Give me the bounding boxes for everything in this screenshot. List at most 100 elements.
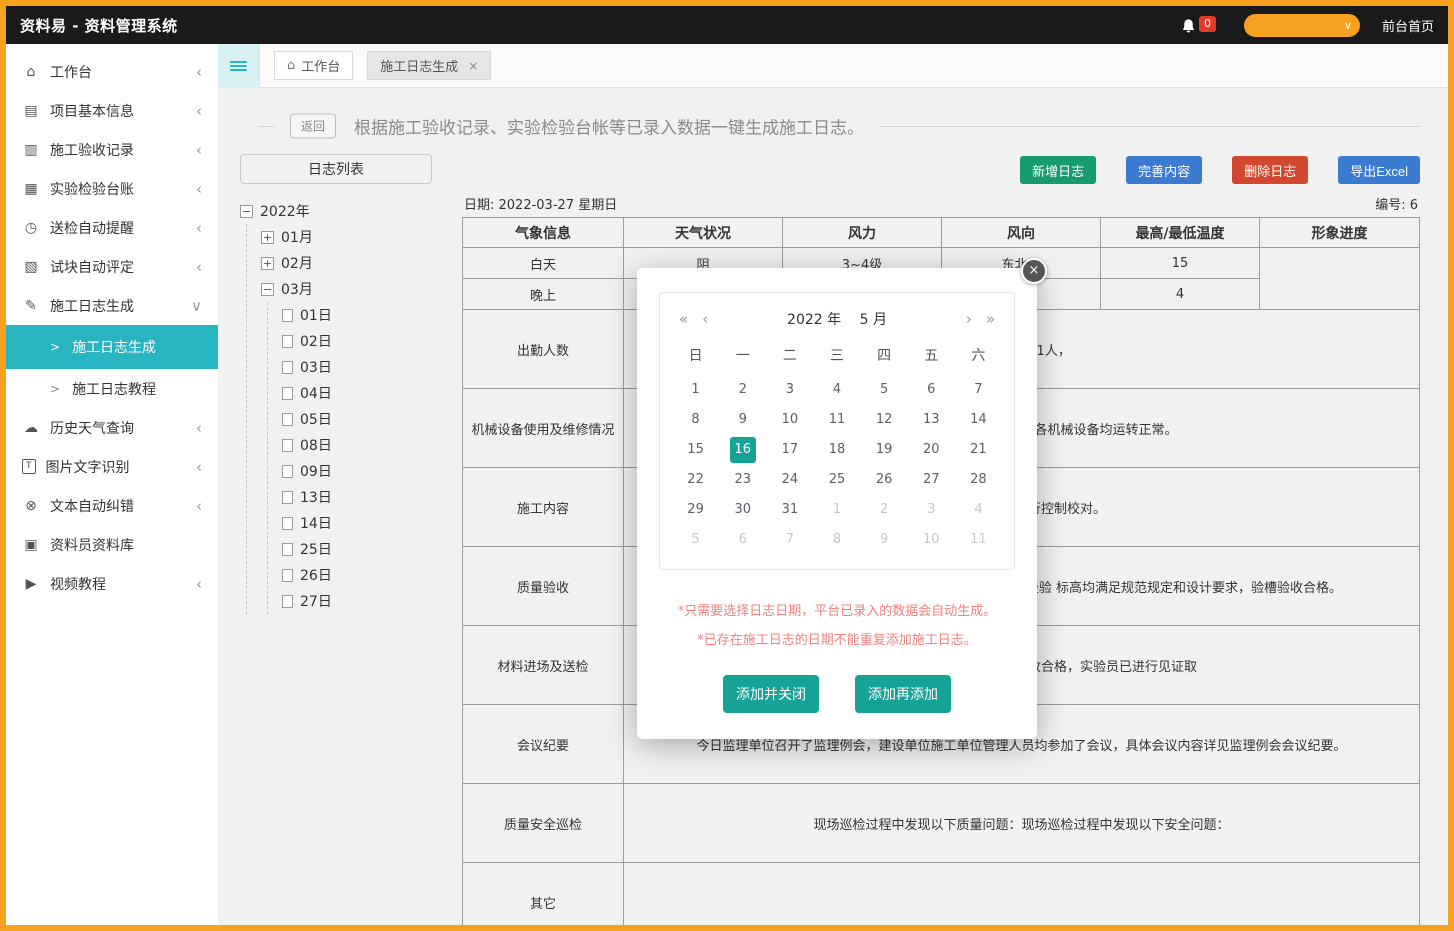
calendar-day[interactable]: 2 — [861, 495, 908, 525]
collapse-icon[interactable]: − — [240, 205, 253, 218]
add-log-button[interactable]: 新增日志 — [1020, 156, 1096, 184]
calendar-day[interactable]: 10 — [766, 405, 813, 435]
calendar-day[interactable]: 5 — [672, 525, 719, 555]
tree-item-day[interactable]: 14日 — [282, 510, 454, 536]
expand-icon[interactable]: + — [261, 231, 274, 244]
ledger-icon: ▦ — [22, 181, 40, 197]
tree-item-year[interactable]: − 2022年 — [240, 198, 454, 224]
sidebar-item-data-library[interactable]: ▣ 资料员资料库 — [6, 525, 218, 564]
close-icon[interactable]: × — [468, 59, 478, 73]
tree-item-day[interactable]: 26日 — [282, 562, 454, 588]
calendar-day[interactable]: 31 — [766, 495, 813, 525]
sidebar-subitem-log-generation[interactable]: > 施工日志生成 — [6, 325, 218, 369]
tree-item-day[interactable]: 04日 — [282, 380, 454, 406]
sidebar-item-inspection-reminder[interactable]: ◷ 送检自动提醒 ‹ — [6, 208, 218, 247]
delete-log-button[interactable]: 删除日志 — [1232, 156, 1308, 184]
calendar-day[interactable]: 30 — [719, 495, 766, 525]
calendar-day[interactable]: 1 — [672, 375, 719, 405]
sidebar-item-lab-ledger[interactable]: ▦ 实验检验台账 ‹ — [6, 169, 218, 208]
calendar-day[interactable]: 2 — [719, 375, 766, 405]
calendar-day[interactable]: 9 — [719, 405, 766, 435]
sidebar-item-construction-acceptance[interactable]: ▥ 施工验收记录 ‹ — [6, 130, 218, 169]
prev-year-button[interactable]: « — [672, 310, 695, 328]
tree-item-day[interactable]: 08日 — [282, 432, 454, 458]
collapse-icon[interactable]: − — [261, 283, 274, 296]
calendar-day[interactable]: 1 — [813, 495, 860, 525]
close-icon[interactable]: × — [1021, 258, 1047, 284]
sidebar-item-video-tutorial[interactable]: ▶ 视频教程 ‹ — [6, 564, 218, 603]
calendar-day[interactable]: 6 — [908, 375, 955, 405]
calendar-day[interactable]: 11 — [955, 525, 1002, 555]
calendar-day[interactable]: 3 — [766, 375, 813, 405]
tree-item-day[interactable]: 05日 — [282, 406, 454, 432]
calendar-day[interactable]: 10 — [908, 525, 955, 555]
calendar-month-label[interactable]: 5 月 — [860, 312, 887, 328]
tab-workbench[interactable]: ⌂ 工作台 — [274, 51, 353, 80]
calendar-day[interactable]: 18 — [813, 435, 860, 465]
calendar-day[interactable]: 17 — [766, 435, 813, 465]
add-and-continue-button[interactable]: 添加再添加 — [855, 675, 951, 713]
calendar-day[interactable]: 15 — [672, 435, 719, 465]
calendar-day[interactable]: 13 — [908, 405, 955, 435]
export-excel-button[interactable]: 导出Excel — [1338, 156, 1420, 184]
calendar-day[interactable]: 7 — [766, 525, 813, 555]
tree-item-day[interactable]: 02日 — [282, 328, 454, 354]
tree-item-day[interactable]: 09日 — [282, 458, 454, 484]
improve-content-button[interactable]: 完善内容 — [1126, 156, 1202, 184]
tree-item-day[interactable]: 27日 — [282, 588, 454, 614]
calendar-year-label[interactable]: 2022 年 — [787, 312, 841, 328]
calendar-day[interactable]: 29 — [672, 495, 719, 525]
sidebar-item-log-generation[interactable]: ✎ 施工日志生成 ∨ — [6, 286, 218, 325]
tree-item-month-01[interactable]: + 01月 — [261, 224, 454, 250]
notification-button[interactable]: 0 — [1180, 16, 1216, 35]
calendar-day[interactable]: 26 — [861, 465, 908, 495]
calendar-day[interactable]: 11 — [813, 405, 860, 435]
menu-toggle-button[interactable] — [218, 44, 260, 88]
prev-month-button[interactable]: ‹ — [695, 310, 715, 328]
tree-item-day[interactable]: 13日 — [282, 484, 454, 510]
calendar-day[interactable]: 8 — [672, 405, 719, 435]
calendar-day[interactable]: 12 — [861, 405, 908, 435]
calendar-day[interactable]: 7 — [955, 375, 1002, 405]
expand-icon[interactable]: + — [261, 257, 274, 270]
bell-icon — [1180, 18, 1197, 35]
tree-item-day[interactable]: 03日 — [282, 354, 454, 380]
calendar-day[interactable]: 27 — [908, 465, 955, 495]
calendar-day[interactable]: 28 — [955, 465, 1002, 495]
calendar-day[interactable]: 22 — [672, 465, 719, 495]
chevron-left-icon: ‹ — [196, 419, 202, 437]
calendar-day[interactable]: 3 — [908, 495, 955, 525]
user-menu[interactable]: ∨ — [1244, 14, 1360, 37]
calendar-day[interactable]: 25 — [813, 465, 860, 495]
calendar-day[interactable]: 19 — [861, 435, 908, 465]
calendar-day[interactable]: 24 — [766, 465, 813, 495]
add-and-close-button[interactable]: 添加并关闭 — [723, 675, 819, 713]
sidebar-item-workbench[interactable]: ⌂ 工作台 ‹ — [6, 52, 218, 91]
calendar-day[interactable]: 20 — [908, 435, 955, 465]
calendar-day[interactable]: 23 — [719, 465, 766, 495]
sidebar-item-test-block-eval[interactable]: ▧ 试块自动评定 ‹ — [6, 247, 218, 286]
calendar-day[interactable]: 16 — [730, 437, 756, 463]
calendar-day[interactable]: 8 — [813, 525, 860, 555]
calendar-day[interactable]: 6 — [719, 525, 766, 555]
next-month-button[interactable]: › — [959, 310, 979, 328]
sidebar-item-project-info[interactable]: ▤ 项目基本信息 ‹ — [6, 91, 218, 130]
calendar-day[interactable]: 5 — [861, 375, 908, 405]
tree-item-month-03[interactable]: − 03月 — [261, 276, 454, 302]
calendar-day[interactable]: 4 — [955, 495, 1002, 525]
calendar-day[interactable]: 14 — [955, 405, 1002, 435]
tree-item-day[interactable]: 01日 — [282, 302, 454, 328]
sidebar-item-weather-history[interactable]: ☁ 历史天气查询 ‹ — [6, 408, 218, 447]
tab-log-generation[interactable]: 施工日志生成 × — [367, 51, 491, 80]
tree-item-day[interactable]: 25日 — [282, 536, 454, 562]
back-button[interactable]: 返回 — [290, 114, 336, 139]
calendar-day[interactable]: 9 — [861, 525, 908, 555]
sidebar-subitem-log-tutorial[interactable]: > 施工日志教程 — [6, 369, 218, 408]
tree-item-month-02[interactable]: + 02月 — [261, 250, 454, 276]
sidebar-item-ocr[interactable]: T 图片文字识别 ‹ — [6, 447, 218, 486]
sidebar-item-text-correction[interactable]: ⊗ 文本自动纠错 ‹ — [6, 486, 218, 525]
next-year-button[interactable]: » — [979, 310, 1002, 328]
calendar-day[interactable]: 4 — [813, 375, 860, 405]
calendar-day[interactable]: 21 — [955, 435, 1002, 465]
front-home-link[interactable]: 前台首页 — [1382, 16, 1434, 35]
